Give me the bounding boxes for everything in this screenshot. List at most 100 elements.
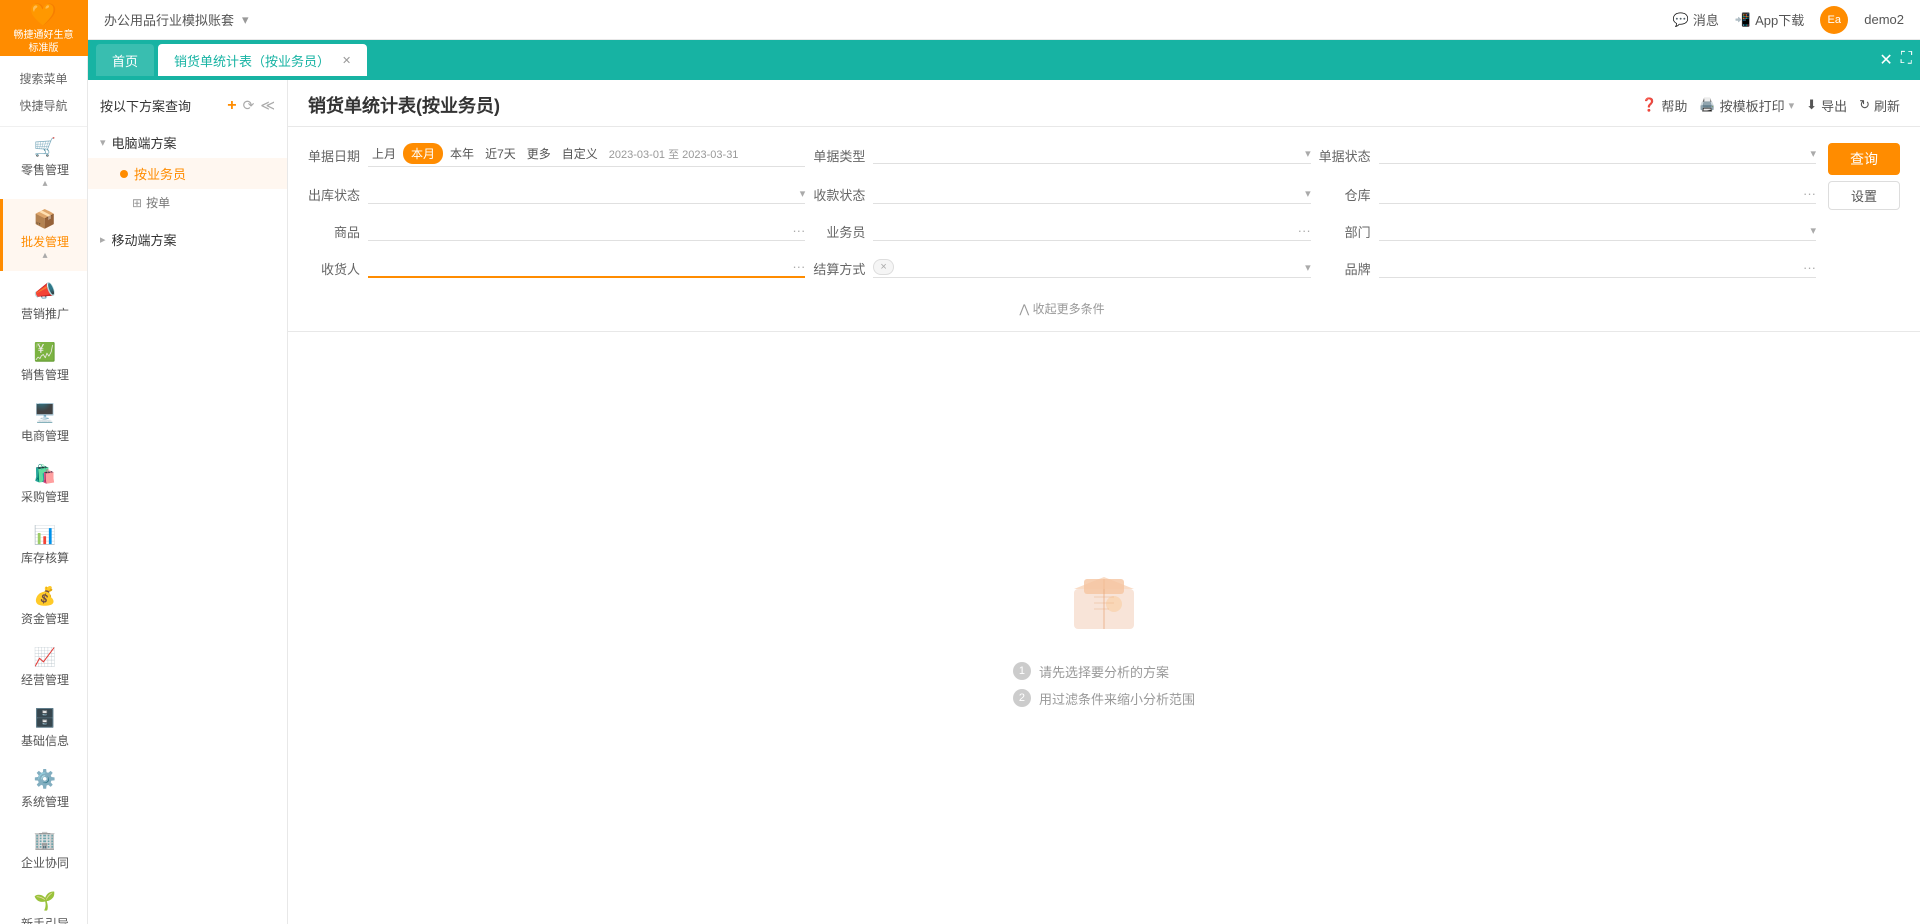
date-btn-custom[interactable]: 自定义 — [558, 143, 602, 164]
setting-button[interactable]: 设置 — [1828, 181, 1900, 210]
sidebar-shortcut-label[interactable]: 快捷导航 — [19, 93, 67, 118]
refresh-button[interactable]: ↻ 刷新 — [1859, 96, 1900, 115]
staff-input[interactable] — [873, 223, 1297, 238]
sidebar-item-label: 营销推广 — [21, 305, 69, 322]
maximize-window-icon[interactable]: ⛶ — [1901, 50, 1912, 70]
out-status-arrow-icon[interactable]: ▾ — [800, 187, 806, 200]
collapse-panel-button[interactable]: ≪ — [260, 97, 275, 115]
sidebar-item-sales[interactable]: 💹 销售管理 — [0, 332, 87, 393]
sidebar-item-base[interactable]: 🗄️ 基础信息 — [0, 698, 87, 759]
sidebar-item-system[interactable]: ⚙️ 系统管理 — [0, 759, 87, 820]
goods-input[interactable] — [368, 223, 792, 238]
sidebar-item-marketing[interactable]: 📣 营销推广 — [0, 271, 87, 332]
settle-arrow-icon[interactable]: ▾ — [1305, 261, 1311, 274]
tip-1-text: 请先选择要分析的方案 — [1039, 662, 1169, 681]
date-btn-more[interactable]: 更多 — [523, 143, 555, 164]
settle-label: 结算方式 — [813, 259, 873, 278]
date-btn-this-month[interactable]: 本月 — [403, 143, 443, 164]
active-dot-icon — [120, 170, 128, 178]
brand-dots-icon[interactable]: ··· — [1803, 260, 1816, 275]
scheme-group-pc-header[interactable]: ▾ 电脑端方案 — [88, 127, 287, 158]
refresh-icon: ↻ — [1859, 97, 1870, 113]
dept-arrow-icon[interactable]: ▾ — [1810, 224, 1816, 237]
operation-icon: 📈 — [34, 647, 56, 668]
receive-status-arrow-icon[interactable]: ▾ — [1305, 187, 1311, 200]
warehouse-dots-icon[interactable]: ··· — [1803, 186, 1816, 201]
date-btn-this-year[interactable]: 本年 — [446, 143, 478, 164]
filter-doc-status: 单据状态 ▾ — [1319, 142, 1816, 169]
sidebar-item-finance[interactable]: 💰 资金管理 — [0, 576, 87, 637]
page-actions: ❓ 帮助 🖨️ 按模板打印 ▾ ⬇ 导出 ↻ 刷新 — [1641, 96, 1900, 115]
sidebar-item-newbie[interactable]: 🌱 新手引导 — [0, 881, 87, 924]
tab-sales-stat[interactable]: 销货单统计表（按业务员） ✕ — [158, 44, 367, 76]
sidebar-item-inventory[interactable]: 📊 库存核算 — [0, 515, 87, 576]
dept-input[interactable] — [1379, 223, 1811, 238]
scheme-group-pc: ▾ 电脑端方案 按业务员 ⊞ 按单 — [88, 123, 287, 220]
tab-close-icon[interactable]: ✕ — [342, 54, 351, 67]
breadcrumb: 办公用品行业模拟账套 ▾ — [104, 10, 249, 29]
collapse-button[interactable]: ⋀ 收起更多条件 — [1019, 302, 1104, 316]
left-panel: 按以下方案查询 + ⟳ ≪ ▾ 电脑端方案 按业务员 ⊞ — [88, 80, 288, 924]
empty-tip-2: 2 用过滤条件来缩小分析范围 — [1013, 689, 1195, 708]
scheme-item-by-staff[interactable]: 按业务员 — [88, 158, 287, 189]
doc-status-input[interactable] — [1379, 146, 1811, 161]
ecom-icon: 🖥️ — [34, 403, 56, 424]
refresh-label: 刷新 — [1874, 96, 1900, 115]
warehouse-input[interactable] — [1379, 186, 1803, 201]
doc-type-input[interactable] — [873, 146, 1305, 161]
export-button[interactable]: ⬇ 导出 — [1806, 96, 1847, 115]
marketing-icon: 📣 — [34, 281, 56, 302]
receive-status-input[interactable] — [873, 186, 1305, 201]
sidebar-item-label: 零售管理 — [21, 161, 69, 178]
doc-status-arrow-icon[interactable]: ▾ — [1810, 147, 1816, 160]
consignee-dots-icon[interactable]: ··· — [792, 259, 805, 274]
settle-tag-x-button[interactable]: × — [880, 261, 886, 273]
tab-home[interactable]: 首页 — [96, 44, 154, 76]
sidebar-search-label[interactable]: 搜索菜单 — [19, 64, 67, 93]
retail-icon: 🛒 — [34, 137, 56, 158]
sidebar-item-operation[interactable]: 📈 经营管理 — [0, 637, 87, 698]
date-btn-prev-month[interactable]: 上月 — [368, 143, 400, 164]
sidebar-item-enterprise[interactable]: 🏢 企业协同 — [0, 820, 87, 881]
message-button[interactable]: 💬 消息 — [1673, 10, 1719, 29]
goods-dots-icon[interactable]: ··· — [792, 223, 805, 238]
close-window-icon[interactable]: ✕ — [1879, 50, 1892, 70]
query-buttons: 查询 设置 — [1828, 139, 1900, 210]
staff-dots-icon[interactable]: ··· — [1298, 223, 1311, 238]
breadcrumb-arrow-icon[interactable]: ▾ — [242, 12, 249, 28]
tab-home-label: 首页 — [112, 51, 138, 70]
scheme-group-mobile-header[interactable]: ▸ 移动端方案 — [88, 224, 287, 255]
add-scheme-button[interactable]: + — [227, 97, 236, 115]
filter-consignee: 收货人 ··· — [308, 255, 805, 282]
help-button[interactable]: ❓ 帮助 — [1641, 96, 1687, 115]
sidebar-search-section: 搜索菜单 快捷导航 — [0, 56, 87, 127]
print-button[interactable]: 🖨️ 按模板打印 ▾ — [1699, 96, 1794, 115]
logo-icon: 🧡 — [30, 1, 57, 30]
sidebar-logo[interactable]: 🧡 畅捷通好生意 标准版 — [0, 0, 88, 56]
main-area: 办公用品行业模拟账套 ▾ 💬 消息 📲 App下载 Ea demo2 首页 销货… — [88, 0, 1920, 924]
brand-input[interactable] — [1379, 260, 1803, 275]
avatar[interactable]: Ea — [1820, 6, 1848, 34]
refresh-scheme-button[interactable]: ⟳ — [243, 97, 255, 115]
user-name[interactable]: demo2 — [1864, 12, 1904, 27]
top-header: 办公用品行业模拟账套 ▾ 💬 消息 📲 App下载 Ea demo2 — [88, 0, 1920, 40]
sidebar-item-label: 企业协同 — [21, 854, 69, 871]
filter-row-1: 单据日期 上月 本月 本年 近7天 更多 自定义 2023-03-01 至 20… — [308, 139, 1816, 171]
scheme-group-mobile-label: 移动端方案 — [112, 230, 177, 249]
app-download-button[interactable]: 📲 App下载 — [1735, 10, 1804, 29]
sidebar-item-purchase[interactable]: 🛍️ 采购管理 — [0, 454, 87, 515]
date-btn-7days[interactable]: 近7天 — [481, 143, 520, 164]
header-actions: 💬 消息 📲 App下载 Ea demo2 — [1673, 6, 1904, 34]
scheme-item-by-order[interactable]: ⊞ 按单 — [88, 189, 287, 216]
collapse-label: 收起更多条件 — [1033, 302, 1105, 316]
consignee-input[interactable] — [368, 259, 792, 274]
out-status-input[interactable] — [368, 186, 800, 201]
query-button[interactable]: 查询 — [1828, 143, 1900, 175]
dept-label: 部门 — [1319, 222, 1379, 241]
scheme-item-by-order-label: 按单 — [146, 194, 170, 211]
doc-type-arrow-icon[interactable]: ▾ — [1305, 147, 1311, 160]
print-icon: 🖨️ — [1699, 97, 1715, 113]
sidebar-item-wholesale[interactable]: 📦 批发管理 ▴ — [0, 199, 87, 271]
sidebar-item-retail[interactable]: 🛒 零售管理 ▴ — [0, 127, 87, 199]
sidebar-item-ecom[interactable]: 🖥️ 电商管理 — [0, 393, 87, 454]
